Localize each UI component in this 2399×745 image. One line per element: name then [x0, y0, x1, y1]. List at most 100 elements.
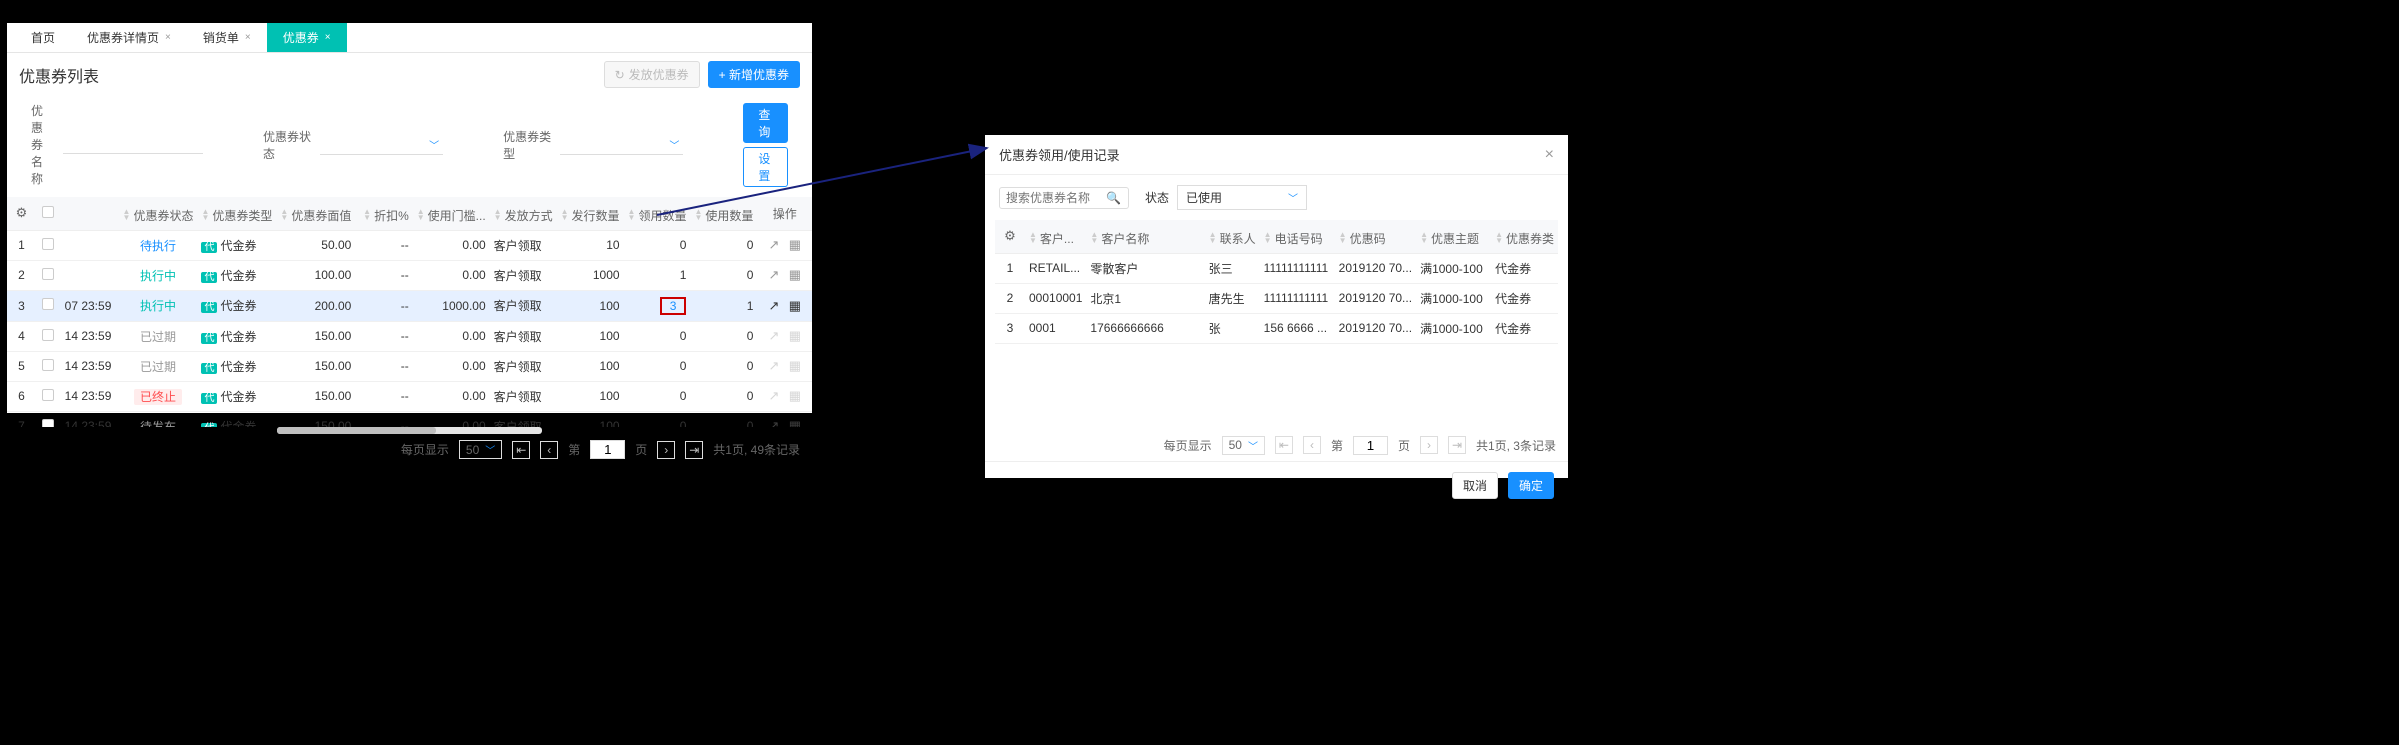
close-icon[interactable]: × — [325, 32, 331, 43]
status-select[interactable]: ﹀ — [320, 135, 443, 155]
qrcode-icon[interactable]: ▦ — [789, 237, 801, 252]
col-header[interactable]: 优惠券类型 — [212, 207, 272, 224]
share-icon[interactable]: ↗ — [768, 388, 779, 403]
next-page-button[interactable]: › — [1420, 436, 1438, 454]
col-header[interactable]: 电话号码 — [1275, 230, 1323, 247]
row-checkbox[interactable] — [42, 329, 54, 341]
qrcode-icon[interactable]: ▦ — [789, 358, 801, 373]
row-checkbox[interactable] — [42, 268, 54, 280]
table-row[interactable]: 2 00010001 北京1 唐先生 11111111111 2019120 7… — [995, 283, 1558, 313]
sort-icon[interactable]: ▲▼ — [561, 209, 569, 221]
next-page-button[interactable]: › — [657, 441, 675, 459]
row-checkbox[interactable] — [42, 389, 54, 401]
table-row[interactable]: 4 14 23:59 已过期 代代金券 150.00 -- 0.00 客户领取 … — [7, 321, 812, 351]
claim-count-link[interactable]: 3 — [660, 297, 687, 315]
col-header[interactable]: 使用门槛... — [428, 207, 486, 224]
share-icon[interactable]: ↗ — [768, 237, 779, 252]
table-row[interactable]: 3 0001 17666666666 张 156 6666 ... 201912… — [995, 313, 1558, 343]
col-header[interactable]: 客户名称 — [1101, 230, 1149, 247]
per-page-select[interactable]: 50﹀ — [1222, 436, 1265, 455]
page-input[interactable] — [590, 440, 625, 459]
qrcode-icon[interactable]: ▦ — [789, 267, 801, 282]
share-icon[interactable]: ↗ — [768, 298, 779, 313]
query-button[interactable]: 查询 — [743, 103, 788, 143]
sort-icon[interactable]: ▲▼ — [1090, 232, 1098, 244]
share-icon[interactable]: ↗ — [768, 328, 779, 343]
sort-icon[interactable]: ▲▼ — [363, 209, 371, 221]
sort-icon[interactable]: ▲▼ — [1420, 232, 1428, 244]
sort-icon[interactable]: ▲▼ — [628, 209, 636, 221]
table-row[interactable]: 3 07 23:59 执行中 代代金券 200.00 -- 1000.00 客户… — [7, 290, 812, 321]
table-row[interactable]: 7 14 23:59 待发布 代代金券 150.00 -- 0.00 客户领取 … — [7, 411, 812, 427]
qrcode-icon[interactable]: ▦ — [789, 328, 801, 343]
row-checkbox[interactable] — [42, 238, 54, 250]
sort-icon[interactable]: ▲▼ — [1339, 232, 1347, 244]
sort-icon[interactable]: ▲▼ — [1495, 232, 1503, 244]
sort-icon[interactable]: ▲▼ — [1209, 232, 1217, 244]
sort-icon[interactable]: ▲▼ — [201, 209, 209, 221]
sort-icon[interactable]: ▲▼ — [494, 209, 502, 221]
qrcode-icon[interactable]: ▦ — [789, 418, 801, 427]
page-input[interactable] — [1353, 436, 1388, 455]
close-icon[interactable]: × — [165, 32, 171, 43]
face-value: 150.00 — [276, 381, 355, 411]
scrollbar-thumb[interactable] — [277, 427, 436, 434]
col-header[interactable]: 优惠券状态 — [133, 207, 193, 224]
col-header[interactable]: 联系人 — [1220, 230, 1256, 247]
sort-icon[interactable]: ▲▼ — [417, 209, 425, 221]
col-header[interactable]: 优惠主题 — [1431, 230, 1479, 247]
first-page-button[interactable]: ⇤ — [1275, 436, 1293, 454]
first-page-button[interactable]: ⇤ — [512, 441, 530, 459]
table-row[interactable]: 6 14 23:59 已终止 代代金券 150.00 -- 0.00 客户领取 … — [7, 381, 812, 411]
col-header[interactable]: 客户... — [1040, 230, 1074, 247]
search-box[interactable]: 🔍 — [999, 187, 1129, 209]
prev-page-button[interactable]: ‹ — [540, 441, 558, 459]
add-coupon-button[interactable]: + 新增优惠券 — [708, 61, 800, 88]
search-icon[interactable]: 🔍 — [1106, 191, 1121, 205]
sort-icon[interactable]: ▲▼ — [280, 209, 288, 221]
per-page-select[interactable]: 50﹀ — [459, 440, 502, 459]
table-row[interactable]: 5 14 23:59 已过期 代代金券 150.00 -- 0.00 客户领取 … — [7, 351, 812, 381]
close-icon[interactable]: × — [1545, 146, 1554, 164]
share-icon[interactable]: ↗ — [768, 358, 779, 373]
share-icon[interactable]: ↗ — [768, 418, 779, 427]
qrcode-icon[interactable]: ▦ — [789, 388, 801, 403]
row-checkbox[interactable] — [42, 359, 54, 371]
prev-page-button[interactable]: ‹ — [1303, 436, 1321, 454]
col-header[interactable]: 优惠券面值 — [291, 207, 351, 224]
tab-sales-order[interactable]: 销货单× — [187, 23, 267, 52]
confirm-button[interactable]: 确定 — [1508, 472, 1554, 499]
sort-icon[interactable]: ▲▼ — [1264, 232, 1272, 244]
select-all-checkbox[interactable] — [42, 206, 54, 218]
col-header[interactable]: 优惠码 — [1350, 230, 1386, 247]
tab-home[interactable]: 首页 — [15, 23, 71, 52]
sort-icon[interactable]: ▲▼ — [1029, 232, 1037, 244]
horizontal-scrollbar[interactable] — [277, 427, 542, 434]
col-header[interactable]: 发行数量 — [572, 207, 620, 224]
last-page-button[interactable]: ⇥ — [685, 441, 703, 459]
gear-icon[interactable]: ⚙ — [16, 205, 28, 220]
issue-coupon-button[interactable]: ↻发放优惠券 — [604, 61, 700, 88]
table-row[interactable]: 1 待执行 代代金券 50.00 -- 0.00 客户领取 10 0 0 ↗ ▦ — [7, 230, 812, 260]
share-icon[interactable]: ↗ — [768, 267, 779, 282]
tab-coupon-detail[interactable]: 优惠券详情页× — [71, 23, 187, 52]
table-row[interactable]: 2 执行中 代代金券 100.00 -- 0.00 客户领取 1000 1 0 … — [7, 260, 812, 290]
col-header[interactable]: 折扣% — [374, 207, 409, 224]
close-icon[interactable]: × — [245, 32, 251, 43]
sort-icon[interactable]: ▲▼ — [123, 209, 131, 221]
col-header[interactable]: 优惠券类 — [1506, 230, 1554, 247]
qrcode-icon[interactable]: ▦ — [789, 298, 801, 313]
tab-coupon[interactable]: 优惠券× — [267, 23, 347, 52]
state-select[interactable]: 已使用﹀ — [1177, 185, 1307, 210]
gear-icon[interactable]: ⚙ — [1004, 228, 1016, 243]
row-checkbox[interactable] — [42, 298, 54, 310]
table-wrapper[interactable]: ⚙ ▲▼优惠券状态 ▲▼优惠券类型 ▲▼优惠券面值 ▲▼折扣% ▲▼使用门槛..… — [7, 197, 812, 427]
col-header[interactable]: 发放方式 — [505, 207, 553, 224]
table-row[interactable]: 1 RETAIL... 零散客户 张三 11111111111 2019120 … — [995, 253, 1558, 283]
last-page-button[interactable]: ⇥ — [1448, 436, 1466, 454]
search-input[interactable] — [1006, 191, 1106, 205]
row-checkbox[interactable] — [42, 419, 54, 428]
cancel-button[interactable]: 取消 — [1452, 472, 1498, 499]
usage-table: ⚙ ▲▼客户... ▲▼客户名称 ▲▼联系人 ▲▼电话号码 ▲▼优惠码 ▲▼优惠… — [995, 220, 1558, 344]
coupon-name-input[interactable] — [63, 135, 203, 154]
